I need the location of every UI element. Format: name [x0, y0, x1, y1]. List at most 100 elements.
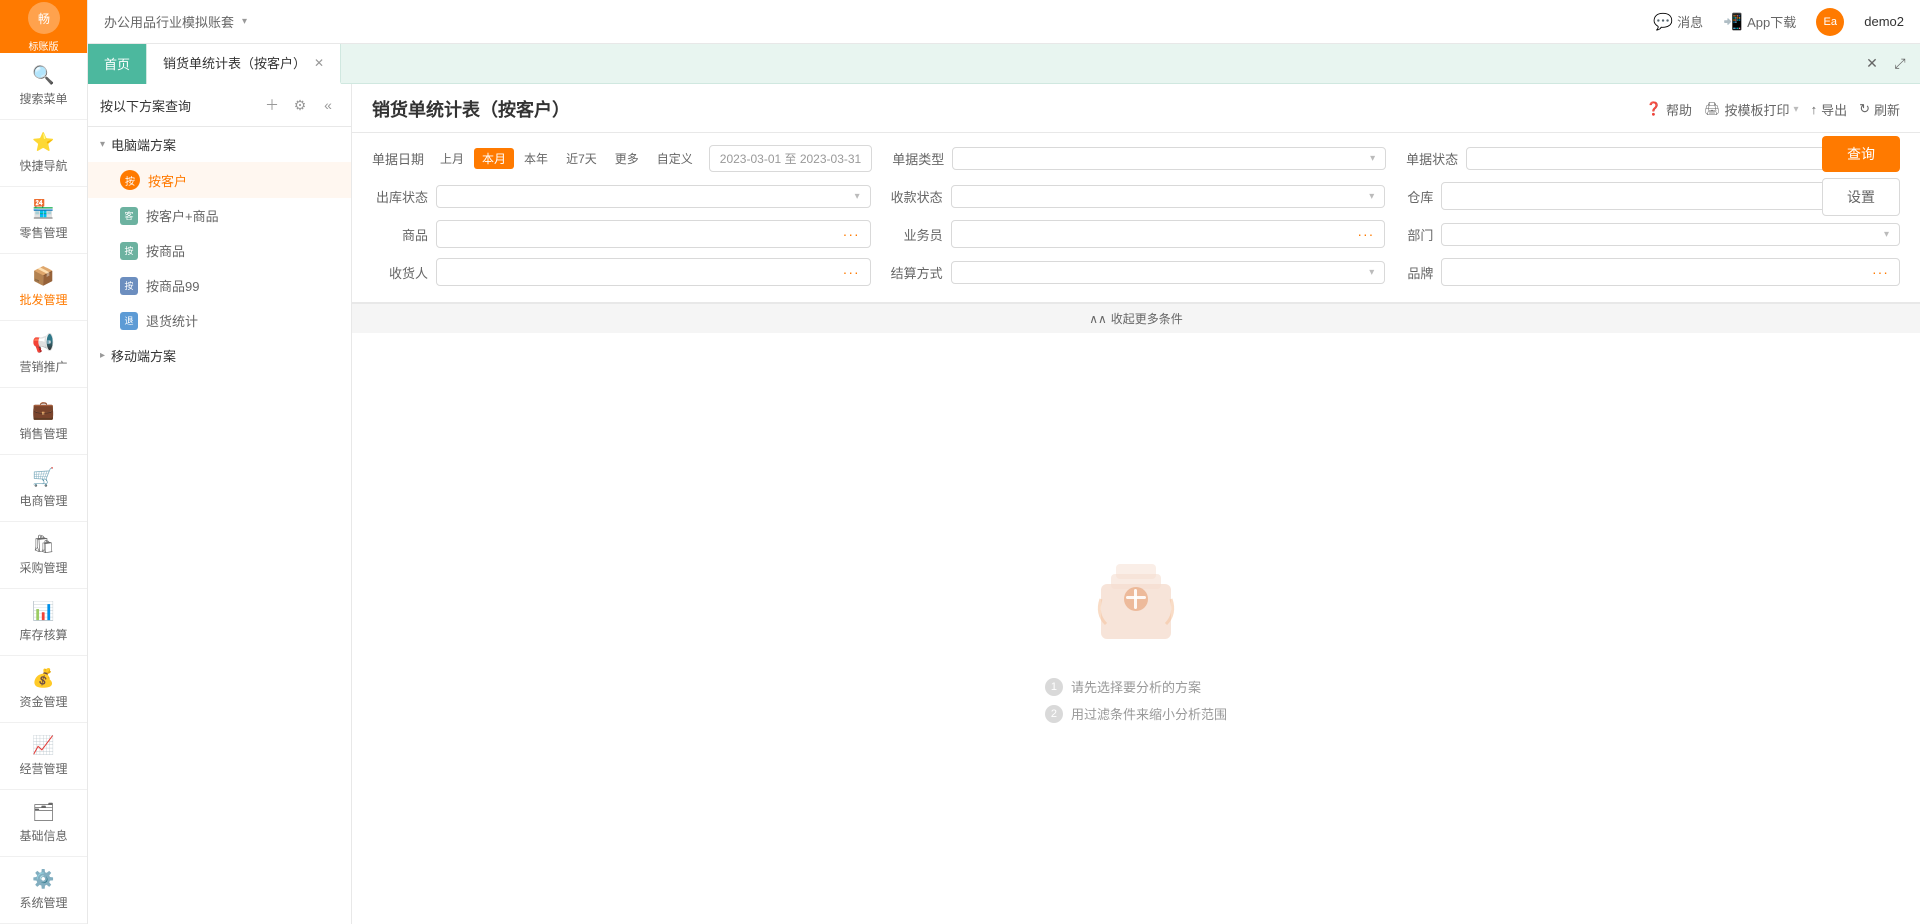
mobile-scheme-group-label: 移动端方案	[111, 346, 176, 365]
sidebar-item-base-info[interactable]: 🗂 基础信息	[0, 790, 88, 857]
salesperson-select2[interactable]: ···	[951, 220, 1386, 248]
empty-state-svg	[1076, 534, 1196, 654]
sidebar-item-ops-mgmt-label: 经营管理	[19, 760, 67, 777]
doc-status-label: 单据状态	[1402, 149, 1458, 168]
sidebar-item-inventory-check-label: 库存核算	[19, 626, 67, 643]
collect-status-select2[interactable]: ▾	[951, 185, 1386, 208]
sidebar-item-marketing[interactable]: 📢 营销推广	[0, 321, 88, 388]
brand-select2[interactable]: ···	[1441, 258, 1900, 286]
btn-last-month[interactable]: 上月	[432, 148, 472, 169]
dept-select2[interactable]: ▾	[1441, 223, 1900, 246]
tab-maximize-btn[interactable]: ⤢	[1888, 52, 1912, 76]
page-title-row: 销货单统计表（按客户） ❓ 帮助 🖨 按模板打印 ▾	[372, 96, 1900, 122]
filter-doc-type: 单据类型 ▾	[888, 147, 1386, 170]
empty-tip-1: 1 请先选择要分析的方案	[1045, 677, 1227, 696]
print-dropdown-icon[interactable]: ▾	[1794, 104, 1799, 115]
scheme-item-by-customer-goods[interactable]: 客 按客户+商品	[88, 198, 351, 233]
settings-btn-fixed[interactable]: 设置	[1822, 178, 1900, 216]
btn-custom[interactable]: 自定义	[649, 148, 701, 169]
goods-label2: 商品	[372, 225, 428, 244]
scheme-item-by-customer[interactable]: 按 按客户	[88, 162, 351, 198]
tab-home[interactable]: 首页	[88, 44, 147, 84]
app-title: 办公用品行业模拟账套	[104, 12, 234, 31]
sidebar-item-ecommerce-mgmt[interactable]: 🛒 电商管理	[0, 455, 88, 522]
scheme-item-by-goods-99[interactable]: 按 按商品99	[88, 268, 351, 303]
scheme-item-by-goods[interactable]: 按 按商品	[88, 233, 351, 268]
tab-sales-stats-label: 销货单统计表（按客户）	[163, 53, 306, 72]
filter-out-status: 出库状态 ▾	[372, 182, 871, 210]
goods-select2[interactable]: ···	[436, 220, 871, 248]
page-title-bar: 销货单统计表（按客户） ❓ 帮助 🖨 按模板打印 ▾	[352, 84, 1920, 133]
dept-label2: 部门	[1401, 225, 1433, 244]
help-btn[interactable]: ❓ 帮助	[1646, 100, 1692, 119]
btn-this-year[interactable]: 本年	[516, 148, 556, 169]
tab-sales-stats[interactable]: 销货单统计表（按客户） ✕	[147, 44, 341, 84]
add-scheme-icon: ＋	[265, 95, 279, 115]
sidebar-item-ops-mgmt[interactable]: 📈 经营管理	[0, 723, 88, 790]
mobile-scheme-group-header[interactable]: ▸ 移动端方案	[88, 338, 351, 373]
avatar[interactable]: Ea	[1816, 8, 1844, 36]
desktop-scheme-group-header[interactable]: ▾ 电脑端方案	[88, 127, 351, 162]
btn-this-month[interactable]: 本月	[474, 148, 514, 169]
empty-tip-1-text: 请先选择要分析的方案	[1071, 677, 1201, 696]
export-label: 导出	[1821, 100, 1847, 119]
left-panel: 按以下方案查询 ＋ ⚙ « ▾ 电脑端方案	[88, 84, 352, 924]
tab-minimize-btn[interactable]: ✕	[1860, 52, 1884, 76]
btn-more[interactable]: 更多	[607, 148, 647, 169]
wholesale-mgmt-icon: 📦	[32, 266, 54, 287]
consignee-select2[interactable]: ···	[436, 258, 871, 286]
filter-collect-status: 收款状态 ▾	[887, 182, 1386, 210]
add-scheme-btn[interactable]: ＋	[261, 94, 283, 116]
out-status-select2[interactable]: ▾	[436, 185, 871, 208]
btn-7days[interactable]: 近7天	[558, 148, 605, 169]
scheme-settings-btn[interactable]: ⚙	[289, 94, 311, 116]
sidebar-item-quick-nav[interactable]: ⭐ 快捷导航	[0, 120, 88, 187]
empty-tips: 1 请先选择要分析的方案 2 用过滤条件来缩小分析范围	[1045, 677, 1227, 723]
doc-type-select[interactable]: ▾	[952, 147, 1386, 170]
left-panel-header: 按以下方案查询 ＋ ⚙ «	[88, 84, 351, 127]
brand-label2: 品牌	[1401, 263, 1433, 282]
refresh-btn[interactable]: ↻ 刷新	[1859, 100, 1900, 119]
sidebar-item-sys-mgmt[interactable]: ⚙️ 系统管理	[0, 857, 88, 924]
date-range-picker[interactable]: 2023-03-01 至 2023-03-31	[709, 145, 872, 172]
app-download-icon: 📲	[1723, 12, 1743, 32]
sidebar-item-sales-mgmt[interactable]: 💼 销售管理	[0, 388, 88, 455]
query-buttons-fixed: 查询 设置	[1822, 136, 1900, 216]
filter-dept2: 部门 ▾	[1401, 220, 1900, 248]
print-btn[interactable]: 🖨 按模板打印 ▾	[1704, 100, 1799, 119]
top-header-left: 办公用品行业模拟账套 ▾	[104, 12, 247, 31]
username[interactable]: demo2	[1864, 14, 1904, 29]
scheme-item-by-goods-99-icon: 按	[120, 277, 138, 295]
sys-mgmt-icon: ⚙️	[32, 869, 54, 890]
sidebar-item-inventory-check[interactable]: 📊 库存核算	[0, 589, 88, 656]
message-btn[interactable]: 💬 消息	[1653, 12, 1703, 32]
filter-settle2: 结算方式 ▾	[887, 258, 1386, 286]
sidebar-logo[interactable]: 畅 标账版	[0, 0, 88, 53]
scheme-item-by-goods-icon: 按	[120, 242, 138, 260]
collapse-panel-btn[interactable]: «	[317, 94, 339, 116]
scheme-item-return-stats[interactable]: 退 退货统计	[88, 303, 351, 338]
export-btn[interactable]: ↑ 导出	[1811, 100, 1848, 119]
help-icon: ❓	[1646, 101, 1662, 117]
sidebar-item-purchase-mgmt[interactable]: 🛍 采购管理	[0, 522, 88, 589]
sidebar-item-finance-mgmt[interactable]: 💰 资金管理	[0, 656, 88, 723]
app-download-btn[interactable]: 📲 App下载	[1723, 12, 1796, 32]
sidebar-item-wholesale-mgmt[interactable]: 📦 批发管理 ▴	[0, 254, 88, 321]
filter-area: 单据日期 上月 本月 本年 近7天 更多 自定义 2023-03-01 至 20…	[352, 133, 1920, 303]
filter-row-date: 单据日期 上月 本月 本年 近7天 更多 自定义 2023-03-01 至 20…	[372, 145, 1900, 172]
tip-num-1: 1	[1045, 678, 1063, 696]
collapse-more-btn[interactable]: ∧∧ 收起更多条件	[352, 303, 1920, 333]
scheme-item-by-customer-icon: 按	[120, 170, 140, 190]
empty-tip-2: 2 用过滤条件来缩小分析范围	[1045, 704, 1227, 723]
marketing-icon: 📢	[32, 333, 54, 354]
empty-illustration	[1076, 534, 1196, 657]
tab-close-btn[interactable]: ✕	[314, 56, 324, 70]
sidebar-item-retail-mgmt[interactable]: 🏪 零售管理 ▾	[0, 187, 88, 254]
filter-date-area: 单据日期 上月 本月 本年 近7天 更多 自定义 2023-03-01 至 20…	[372, 145, 872, 172]
app-title-dropdown-icon[interactable]: ▾	[242, 16, 247, 27]
base-info-icon: 🗂	[32, 802, 55, 823]
query-btn-fixed[interactable]: 查询	[1822, 136, 1900, 172]
settle-select2[interactable]: ▾	[951, 261, 1386, 284]
collapse-up-icon: ∧∧	[1089, 312, 1107, 326]
sidebar-item-search-menu[interactable]: 🔍 搜索菜单	[0, 53, 88, 120]
